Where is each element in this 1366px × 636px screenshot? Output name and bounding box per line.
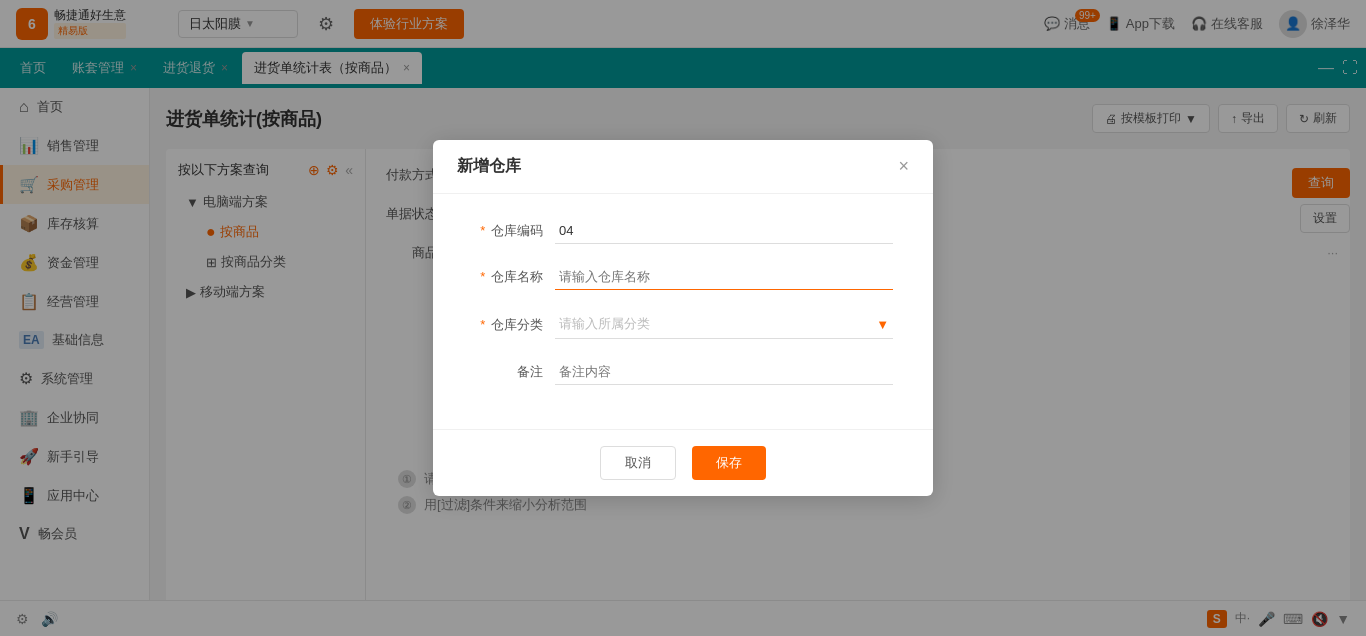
dialog-row-category: * 仓库分类 请输入所属分类 ▼ [473, 310, 893, 339]
code-input[interactable] [555, 218, 893, 244]
dialog-body: * 仓库编码 * 仓库名称 * 仓库分类 请输入所属 [433, 194, 933, 429]
cancel-button[interactable]: 取消 [600, 446, 676, 480]
dialog-footer: 取消 保存 [433, 429, 933, 496]
name-input[interactable] [555, 264, 893, 290]
dialog-close-button[interactable]: × [898, 156, 909, 177]
category-required-mark: * [480, 317, 485, 332]
code-label: * 仓库编码 [473, 222, 543, 240]
note-input[interactable] [555, 359, 893, 385]
required-mark: * [480, 223, 485, 238]
dialog-row-code: * 仓库编码 [473, 218, 893, 244]
dialog-row-note: 备注 [473, 359, 893, 385]
dialog-title: 新增仓库 [457, 156, 521, 177]
dialog-header: 新增仓库 × [433, 140, 933, 194]
category-placeholder: 请输入所属分类 [559, 315, 650, 333]
note-label: 备注 [473, 363, 543, 381]
category-chevron-icon: ▼ [876, 317, 889, 332]
save-button[interactable]: 保存 [692, 446, 766, 480]
dialog: 新增仓库 × * 仓库编码 * 仓库名称 [433, 140, 933, 496]
dialog-overlay: 新增仓库 × * 仓库编码 * 仓库名称 [0, 0, 1366, 636]
category-label: * 仓库分类 [473, 316, 543, 334]
category-select[interactable]: 请输入所属分类 ▼ [555, 310, 893, 339]
name-label: * 仓库名称 [473, 268, 543, 286]
name-required-mark: * [480, 269, 485, 284]
dialog-row-name: * 仓库名称 [473, 264, 893, 290]
